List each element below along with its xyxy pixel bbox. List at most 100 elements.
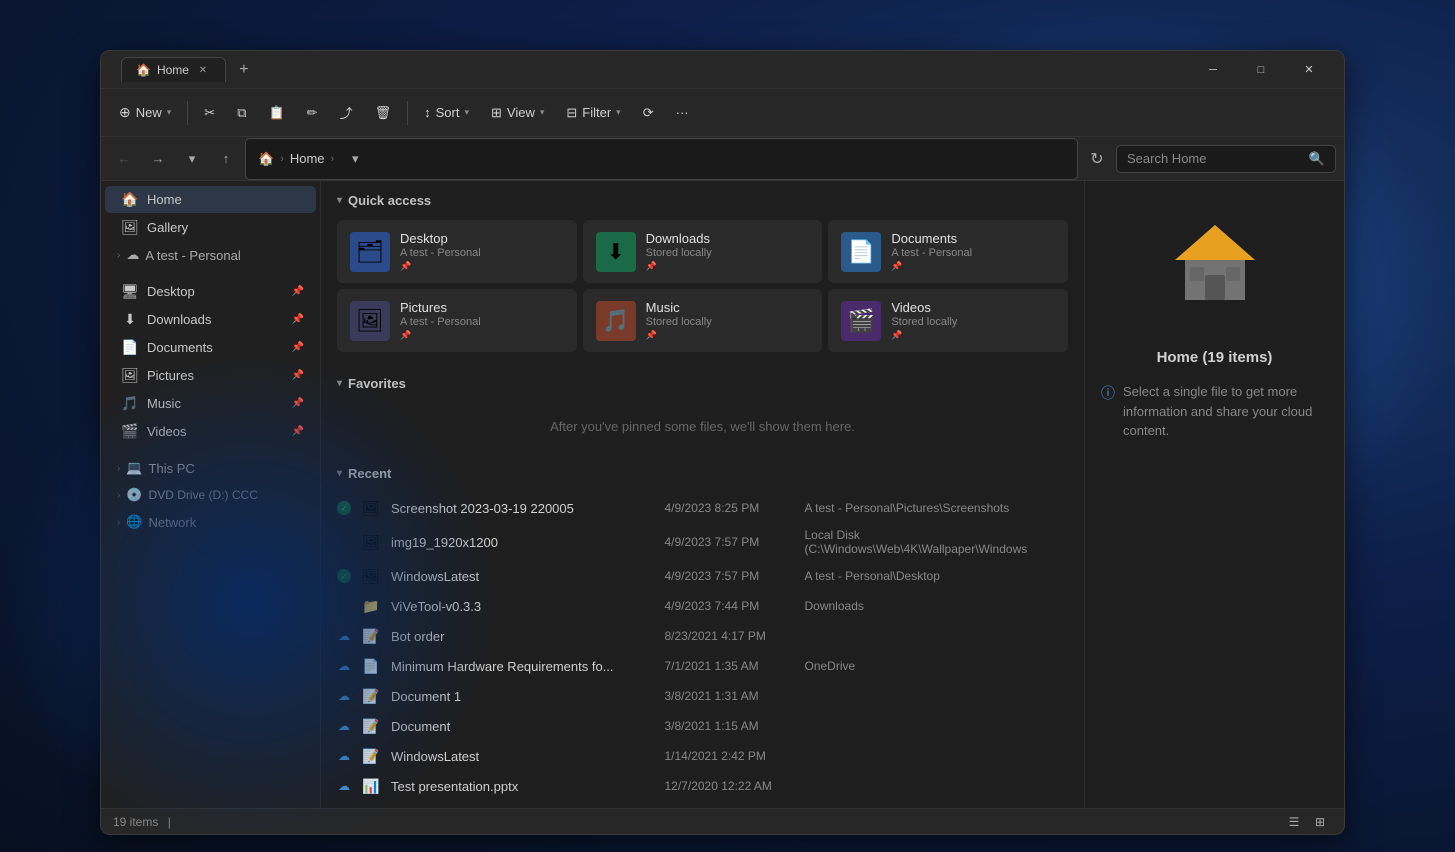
favorites-header[interactable]: ▾ Favorites xyxy=(321,364,1084,399)
thispc-chevron-icon: › xyxy=(117,463,120,474)
cloud-status-icon: ☁ xyxy=(337,659,351,673)
folder-card[interactable]: ⬇ Downloads Stored locally 📌 xyxy=(583,220,823,283)
address-input[interactable]: 🏠 › Home › ▾ xyxy=(245,138,1078,180)
folder-sub: A test - Personal xyxy=(400,316,564,328)
quick-access-header[interactable]: ▾ Quick access xyxy=(321,181,1084,216)
recent-header[interactable]: ▾ Recent xyxy=(321,454,1084,489)
recent-item[interactable]: ☁ 📝 Document 1 3/8/2021 1:31 AM xyxy=(321,681,1084,711)
sidebar-item-documents[interactable]: 📄 Documents 📌 xyxy=(105,334,316,361)
recent-file-date: 7/1/2021 1:35 AM xyxy=(665,659,795,673)
recent-file-name: Document xyxy=(391,719,655,734)
rename-button[interactable]: ✏ xyxy=(297,99,328,127)
sidebar-network-label: Network xyxy=(149,515,197,530)
new-button[interactable]: ⊕ New ▾ xyxy=(109,98,181,127)
new-tab-button[interactable]: + xyxy=(230,56,258,84)
up-button[interactable]: ↑ xyxy=(211,144,241,174)
copy-icon: ⧉ xyxy=(237,105,246,121)
delete-button[interactable]: 🗑 xyxy=(365,99,402,127)
recent-file-name: Test presentation.pptx xyxy=(391,779,655,794)
grid-view-button[interactable]: ⊞ xyxy=(1308,812,1332,832)
recent-file-name: Document 1 xyxy=(391,689,655,704)
address-dropdown-button[interactable]: ▾ xyxy=(340,144,370,174)
sidebar-item-videos[interactable]: 🎬 Videos 📌 xyxy=(105,418,316,445)
sidebar-item-home[interactable]: 🏠 Home xyxy=(105,186,316,213)
sort-button[interactable]: ↕ Sort ▾ xyxy=(414,99,479,126)
recent-item[interactable]: 🖼 img19_1920x1200 4/9/2023 7:57 PM Local… xyxy=(321,523,1084,561)
folder-name: Pictures xyxy=(400,300,564,315)
recent-chevron-icon: ▾ xyxy=(337,468,342,479)
cloud-status-icon: ☁ xyxy=(337,749,351,763)
sidebar-item-this-pc[interactable]: › 💻 This PC xyxy=(105,455,316,481)
paste-button[interactable]: 📋 xyxy=(258,99,294,127)
folder-card[interactable]: 🎬 Videos Stored locally 📌 xyxy=(828,289,1068,352)
folder-icon: 🗂 xyxy=(350,232,390,272)
copy-button[interactable]: ⧉ xyxy=(227,99,256,127)
forward-button[interactable]: → xyxy=(143,144,173,174)
sidebar-atest-label: A test - Personal xyxy=(145,248,240,263)
content-area: ▾ Quick access 🗂 Desktop A test - Person… xyxy=(321,181,1084,808)
dvd-icon: 💿 xyxy=(126,487,142,503)
recent-file-date: 4/9/2023 7:57 PM xyxy=(665,535,795,549)
recent-item[interactable]: ☁ 📝 Document 3/8/2021 1:15 AM xyxy=(321,711,1084,741)
dvd-chevron-icon: › xyxy=(117,490,120,501)
sidebar-music-label: Music xyxy=(147,396,284,411)
window-controls: ─ □ ✕ xyxy=(1190,55,1332,85)
sidebar-item-atest[interactable]: › ☁ A test - Personal xyxy=(105,242,316,268)
quick-access-chevron-icon: ▾ xyxy=(337,195,342,206)
atest-chevron-icon: › xyxy=(117,250,120,261)
recent-file-icon: 📊 xyxy=(361,776,381,796)
filter-button[interactable]: ⊟ Filter ▾ xyxy=(556,99,630,127)
sidebar-item-downloads[interactable]: ⬇ Downloads 📌 xyxy=(105,306,316,333)
folder-card[interactable]: 🖼 Pictures A test - Personal 📌 xyxy=(337,289,577,352)
view-button[interactable]: ⊞ View ▾ xyxy=(481,99,554,127)
sidebar-desktop-label: Desktop xyxy=(147,284,284,299)
sidebar-item-desktop[interactable]: 🖥 Desktop 📌 xyxy=(105,278,316,305)
list-view-button[interactable]: ☰ xyxy=(1282,812,1306,832)
close-button[interactable]: ✕ xyxy=(1286,55,1332,85)
status-count: 19 items | xyxy=(113,815,177,829)
share2-button[interactable]: ⟳ xyxy=(633,99,664,127)
recent-item[interactable]: ☁ 📊 Test presentation.pptx 12/7/2020 12:… xyxy=(321,771,1084,801)
more-button[interactable]: ··· xyxy=(666,99,699,126)
recent-file-location: Downloads xyxy=(805,599,1069,613)
home-tab[interactable]: 🏠 Home ✕ xyxy=(121,57,226,82)
sidebar: 🏠 Home 🖼 Gallery › ☁ A test - Personal 🖥… xyxy=(101,181,321,808)
address-crumb-home: Home xyxy=(290,151,325,166)
folder-card[interactable]: 🎵 Music Stored locally 📌 xyxy=(583,289,823,352)
minimize-button[interactable]: ─ xyxy=(1190,55,1236,85)
recent-locations-button[interactable]: ▾ xyxy=(177,144,207,174)
recent-item[interactable]: ✓ 🖼 WindowsLatest 4/9/2023 7:57 PM A tes… xyxy=(321,561,1084,591)
recent-item[interactable]: 📁 ViVeTool-v0.3.3 4/9/2023 7:44 PM Downl… xyxy=(321,591,1084,621)
sidebar-item-network[interactable]: › 🌐 Network xyxy=(105,509,316,535)
recent-item[interactable]: ☁ 📝 WindowsLatest 1/14/2021 2:42 PM xyxy=(321,741,1084,771)
tab-close-button[interactable]: ✕ xyxy=(195,62,211,78)
sidebar-item-gallery[interactable]: 🖼 Gallery xyxy=(105,214,316,241)
sidebar-item-pictures[interactable]: 🖼 Pictures 📌 xyxy=(105,362,316,389)
status-placeholder xyxy=(337,599,351,613)
recent-item[interactable]: ✓ 🖼 Screenshot 2023-03-19 220005 4/9/202… xyxy=(321,493,1084,523)
folder-card[interactable]: 🗂 Desktop A test - Personal 📌 xyxy=(337,220,577,283)
sidebar-item-dvd[interactable]: › 💿 DVD Drive (D:) CCC xyxy=(105,482,316,508)
maximize-button[interactable]: □ xyxy=(1238,55,1284,85)
back-button[interactable]: ← xyxy=(109,144,139,174)
share-button[interactable]: ⤴ xyxy=(330,97,363,128)
gallery-icon: 🖼 xyxy=(121,219,139,236)
thispc-icon: 💻 xyxy=(126,460,142,476)
folder-icon: 🎬 xyxy=(841,301,881,341)
search-box[interactable]: Search Home 🔍 xyxy=(1116,145,1336,173)
recent-file-date: 3/8/2021 1:15 AM xyxy=(665,719,795,733)
recent-file-date: 3/8/2021 1:31 AM xyxy=(665,689,795,703)
search-placeholder: Search Home xyxy=(1127,151,1206,166)
quick-access-label: Quick access xyxy=(348,193,431,208)
folder-sub: A test - Personal xyxy=(891,247,1055,259)
cut-button[interactable]: ✂ xyxy=(194,99,225,127)
folder-card[interactable]: 📄 Documents A test - Personal 📌 xyxy=(828,220,1068,283)
panel-info-icon: ⓘ xyxy=(1101,383,1115,404)
recent-item[interactable]: ☁ 📝 Bot order 8/23/2021 4:17 PM xyxy=(321,621,1084,651)
recent-item[interactable]: ☁ 📄 Minimum Hardware Requirements fo... … xyxy=(321,651,1084,681)
recent-file-date: 8/23/2021 4:17 PM xyxy=(665,629,795,643)
refresh-button[interactable]: ↻ xyxy=(1082,144,1112,174)
sidebar-item-music[interactable]: 🎵 Music 📌 xyxy=(105,390,316,417)
recent-file-icon: 📝 xyxy=(361,686,381,706)
share-icon: ⤴ xyxy=(340,103,353,122)
